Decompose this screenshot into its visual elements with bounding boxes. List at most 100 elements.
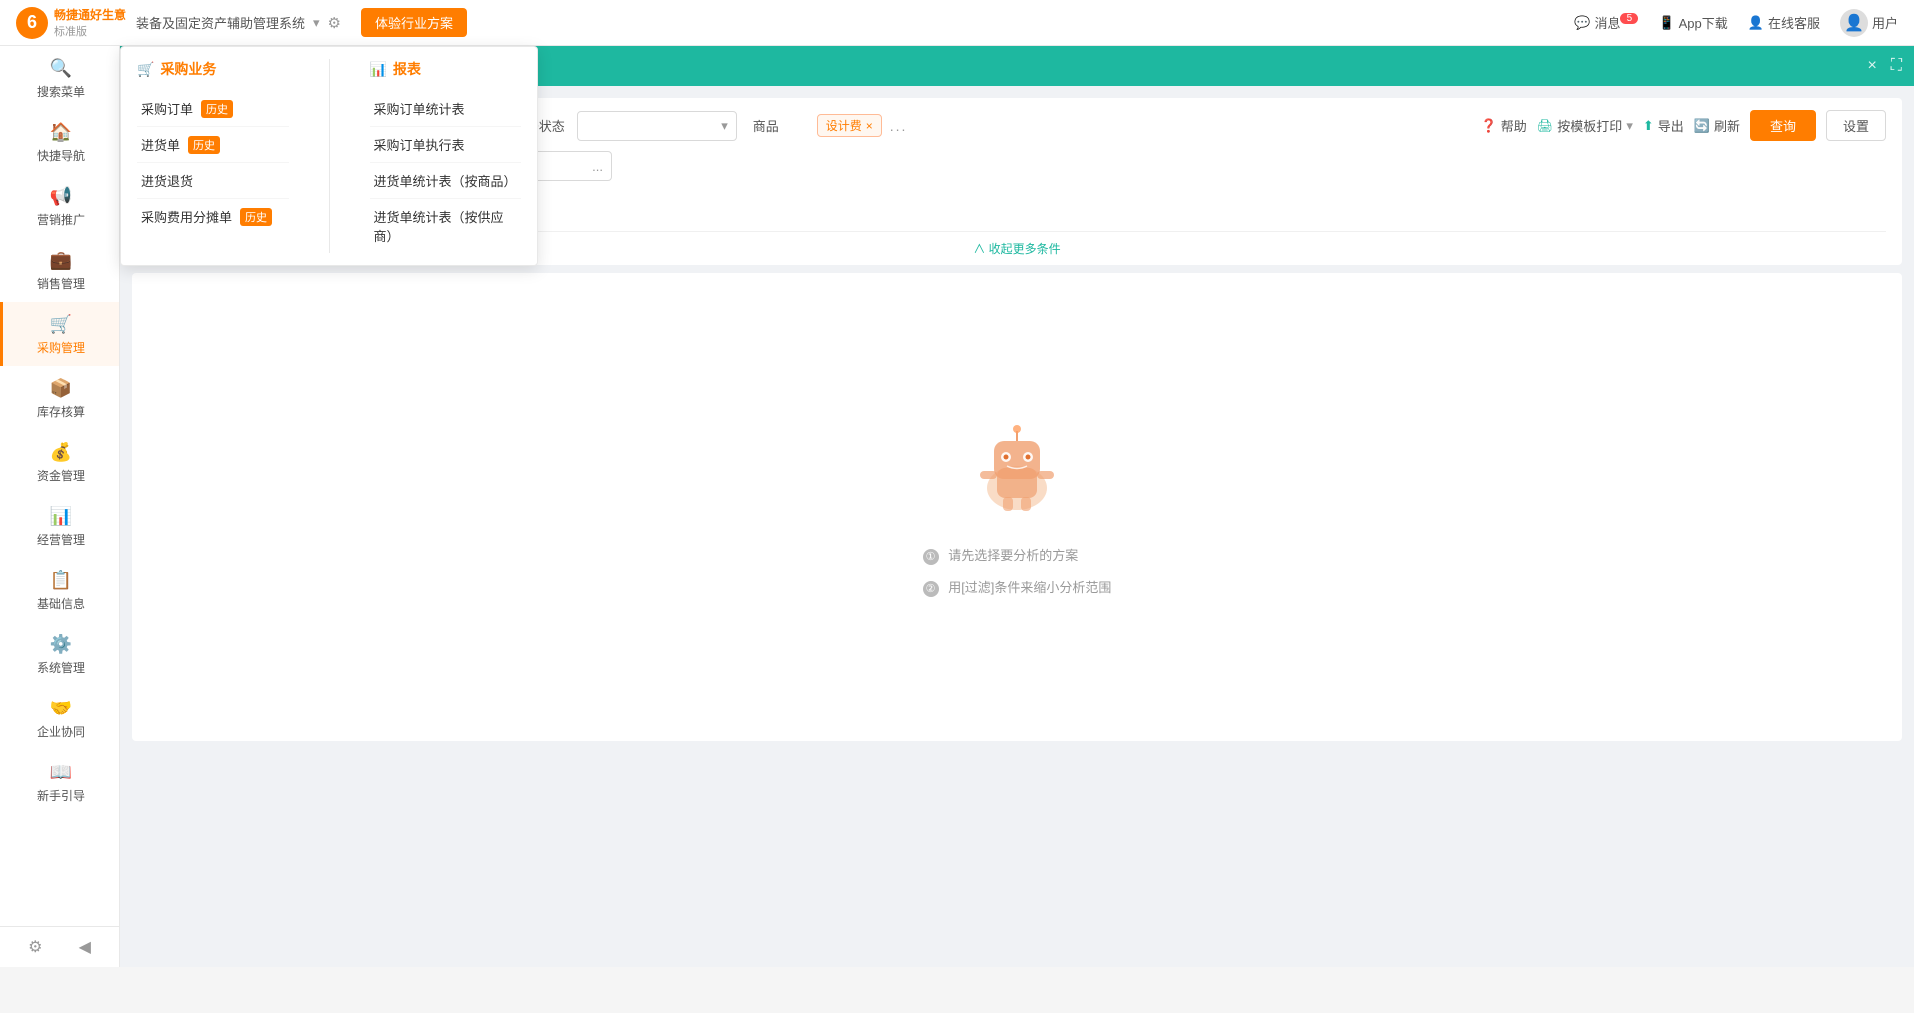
phone-icon: 📱 [1658,15,1674,31]
gear-icon[interactable]: ⚙ [328,14,341,32]
purchase-order-stat-item[interactable]: 采购订单统计表 [370,91,522,127]
help-btn[interactable]: ❓ 帮助 [1481,116,1527,135]
sales-icon: 💼 [50,250,72,271]
stock-return-item[interactable]: 进货退货 [137,163,289,199]
sidebar-item-search[interactable]: 🔍 搜索菜单 [0,46,119,110]
goods-filter: 商品 设计费 × ... [753,114,908,137]
online-service-btn[interactable]: 👤 在线客服 [1748,13,1820,32]
system-title: 装备及固定资产辅助管理系统 [136,13,305,32]
sidebar-item-operations[interactable]: 📊 经营管理 [0,494,119,558]
sidebar-label-search: 搜索菜单 [37,83,85,100]
purchase-expense-item[interactable]: 采购费用分摊单 历史 [137,199,289,234]
help-icon: ❓ [1481,118,1497,134]
toolbar-right: ❓ 帮助 🖨 按模板打印 ▾ ⬆ 导出 🔄 [1481,110,1886,141]
goods-tag: 设计费 × [817,114,882,137]
print-arrow-icon: ▾ [1626,118,1633,134]
set-btn[interactable]: 设置 [1826,110,1886,141]
enterprise-icon: 🤝 [50,698,72,719]
purchase-order-exec-item[interactable]: 采购订单执行表 [370,127,522,163]
purchase-order-label: 采购订单 [141,99,193,118]
purchase-icon: 🛒 [50,314,72,335]
sidebar-item-marketing[interactable]: 📢 营销推广 [0,174,119,238]
message-label: 消息 [1594,13,1620,32]
sidebar-item-system[interactable]: ⚙️ 系统管理 [0,622,119,686]
sidebar-item-basic[interactable]: 📋 基础信息 [0,558,119,622]
sidebar-item-finance[interactable]: 💰 资金管理 [0,430,119,494]
stock-in-label: 进货单 [141,135,180,154]
sidebar-label-finance: 资金管理 [37,467,85,484]
stock-in-history-badge: 历史 [188,136,220,154]
collapse-arrow-icon: ∧ [973,242,985,256]
stock-in-stat-goods-label: 进货单统计表（按商品） [374,171,517,190]
logo-line2: 标准版 [54,23,126,39]
doc-status-select[interactable]: ▾ [577,111,737,141]
sidebar: 🔍 搜索菜单 🏠 快捷导航 📢 营销推广 💼 销售管理 🛒 采购管理 📦 库存核… [0,46,120,967]
goods-dots[interactable]: ... [890,118,908,134]
report-title: 📊 报表 [370,59,522,79]
empty-illustration [962,413,1072,523]
collapse-label: 收起更多条件 [989,242,1061,256]
goods-label: 商品 [753,116,809,135]
doc-status-arrow-icon: ▾ [721,118,728,134]
help-label: 帮助 [1501,116,1527,135]
purchase-dropdown-menu: 🛒 采购业务 采购订单 历史 进货单 历史 进货退货 采购费用分摊单 历史 [120,46,538,266]
service-label: 在线客服 [1768,13,1820,32]
print-btn[interactable]: 🖨 按模板打印 ▾ [1537,116,1633,135]
sidebar-item-purchase[interactable]: 🛒 采购管理 [0,302,119,366]
purchase-business-col: 🛒 采购业务 采购订单 历史 进货单 历史 进货退货 采购费用分摊单 历史 [137,59,289,253]
empty-state: ① 请先选择要分析的方案 ② 用[过滤]条件来缩小分析范围 [132,333,1902,681]
goods-tag-value: 设计费 [826,117,862,134]
arrow-down-icon[interactable]: ▾ [313,15,320,31]
collapse-sidebar-btn[interactable]: ◀ [79,937,91,957]
tip1-num: ① [923,549,939,565]
refresh-label: 刷新 [1714,116,1740,135]
sidebar-item-enterprise[interactable]: 🤝 企业协同 [0,686,119,750]
stock-in-stat-supplier-label: 进货单统计表（按供应商） [374,207,518,245]
purchase-order-exec-label: 采购订单执行表 [374,135,465,154]
query-btn[interactable]: 查询 [1750,110,1816,141]
sidebar-item-quick[interactable]: 🏠 快捷导航 [0,110,119,174]
purchase-title-label: 采购业务 [160,59,216,79]
stock-in-item[interactable]: 进货单 历史 [137,127,289,163]
sidebar-label-marketing: 营销推广 [37,211,85,228]
stock-icon: 📦 [50,378,72,399]
tab-expand-btn[interactable]: ⛶ [1887,53,1906,79]
tip2-num: ② [923,581,939,597]
menu-divider [329,59,330,253]
guide-icon: 📖 [50,762,72,783]
industry-btn[interactable]: 体验行业方案 [361,8,467,37]
tab-close-window-btn[interactable]: × [1863,53,1880,79]
message-btn[interactable]: 💬 消息 5 [1574,13,1638,32]
print-icon: 🖨 [1537,118,1554,134]
purchase-expense-history-badge: 历史 [240,208,272,226]
empty-tip2: ② 用[过滤]条件来缩小分析范围 [923,575,1112,601]
user-btn[interactable]: 👤 用户 [1840,9,1898,37]
goods-tag-close-icon[interactable]: × [866,119,873,133]
operations-icon: 📊 [50,506,72,527]
tab-bar-right: × ⛶ [1863,53,1914,79]
app-download-btn[interactable]: 📱 App下载 [1658,13,1727,32]
stock-in-stat-supplier-item[interactable]: 进货单统计表（按供应商） [370,199,522,253]
marketing-icon: 📢 [50,186,72,207]
sidebar-label-system: 系统管理 [37,659,85,676]
settings-btn[interactable]: ⚙ [28,937,42,957]
sidebar-label-sales: 销售管理 [37,275,85,292]
sidebar-label-guide: 新手引导 [37,787,85,804]
stock-in-stat-goods-item[interactable]: 进货单统计表（按商品） [370,163,522,199]
logo-icon: 6 [16,7,48,39]
message-icon: 💬 [1574,15,1590,31]
export-btn[interactable]: ⬆ 导出 [1643,116,1684,135]
refresh-btn[interactable]: 🔄 刷新 [1694,116,1740,135]
sidebar-item-stock[interactable]: 📦 库存核算 [0,366,119,430]
print-label: 按模板打印 [1557,116,1622,135]
sidebar-item-guide[interactable]: 📖 新手引导 [0,750,119,814]
sidebar-label-stock: 库存核算 [37,403,85,420]
purchase-order-item[interactable]: 采购订单 历史 [137,91,289,127]
report-icon-col: 📊 [370,61,387,78]
refresh-icon: 🔄 [1694,118,1710,134]
sidebar-item-sales[interactable]: 💼 销售管理 [0,238,119,302]
empty-tip1: ① 请先选择要分析的方案 [923,543,1112,569]
purchase-icon-col: 🛒 [137,61,154,78]
avatar: 👤 [1840,9,1868,37]
sidebar-label-quick: 快捷导航 [37,147,85,164]
